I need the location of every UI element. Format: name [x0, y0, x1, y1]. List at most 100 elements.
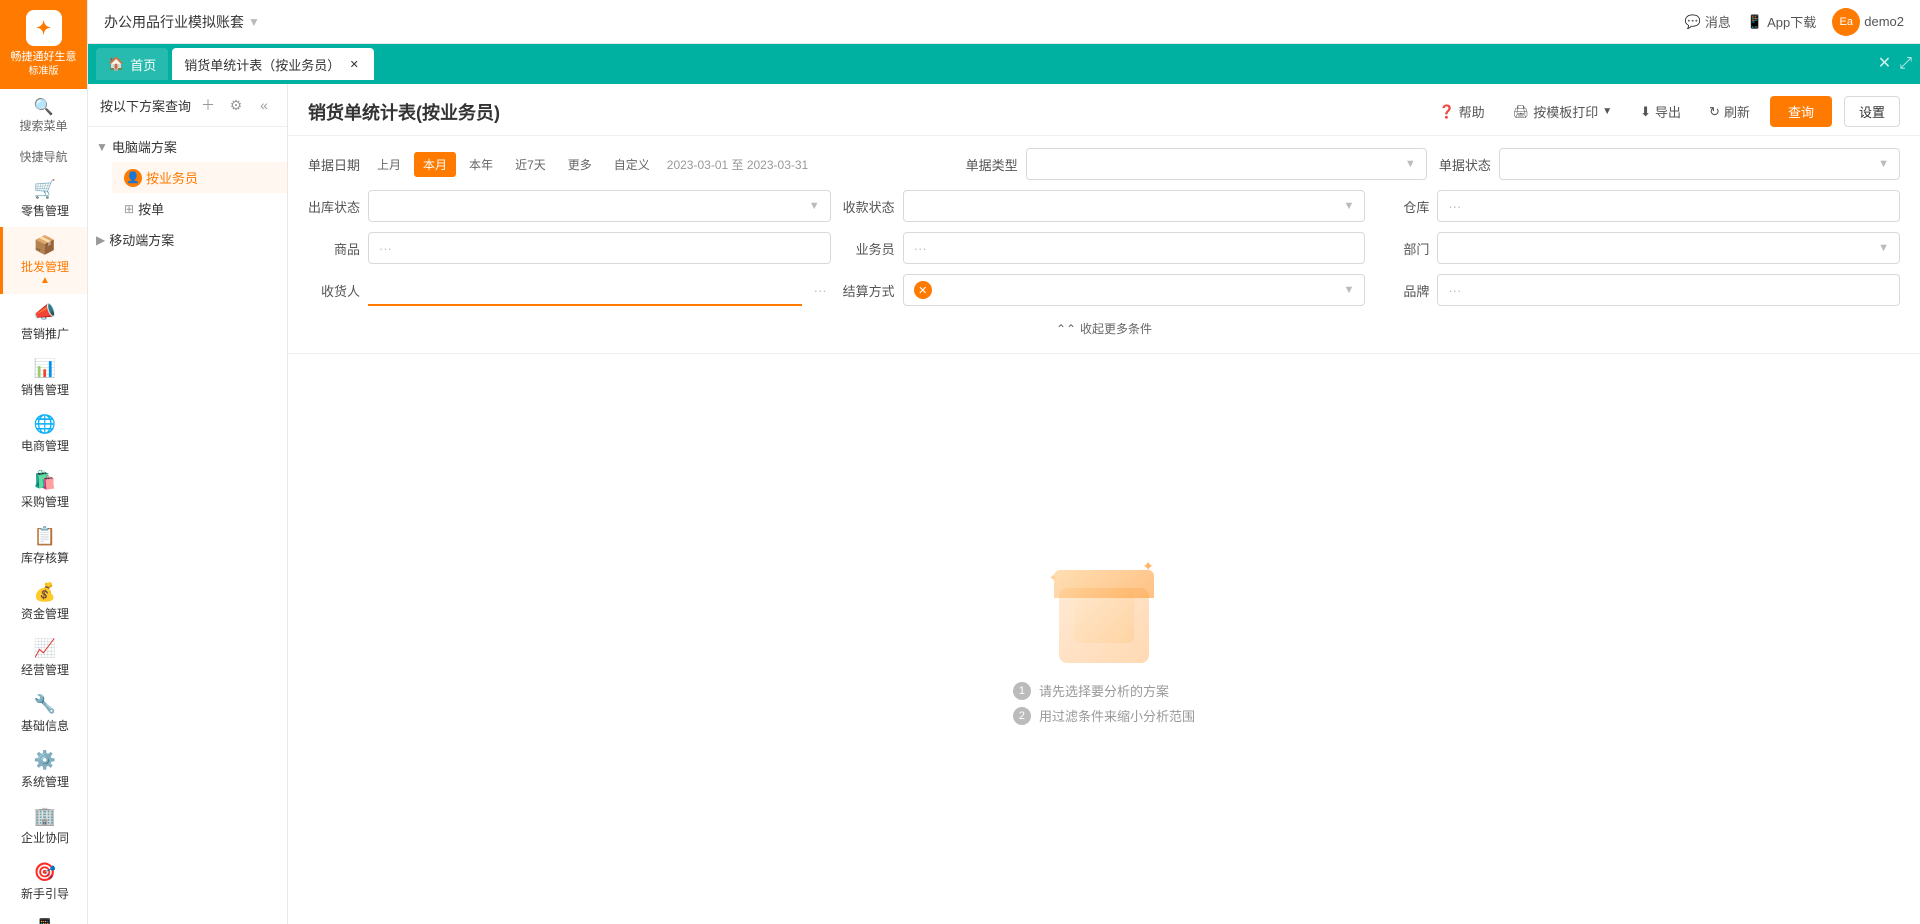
empty-state: ✦ ✦ 1 请先选择要分析的方案 2 用过滤条件来缩小分析范围: [288, 354, 1920, 924]
tab-sales-report[interactable]: 销货单统计表（按业务员） ✕: [172, 48, 374, 80]
sidebar-item-purchase[interactable]: 🛍️ 采购管理: [0, 462, 87, 518]
tree-expand-icon: ▼: [96, 140, 108, 154]
sales-icon: 📊: [34, 358, 56, 379]
sidebar-nav-quick[interactable]: 快捷导航: [0, 142, 87, 171]
goods-select[interactable]: ···: [368, 232, 831, 264]
tree-salesperson-label: 按业务员: [146, 168, 275, 187]
avatar: Ea: [1832, 8, 1860, 36]
date-btn-last-month[interactable]: 上月: [368, 152, 410, 177]
salesperson-select[interactable]: ···: [903, 232, 1366, 264]
dept-select[interactable]: ▼: [1437, 232, 1900, 264]
payment-select[interactable]: ✕ ▼: [903, 274, 1366, 306]
doc-type-select[interactable]: ▼: [1026, 148, 1427, 180]
tabbar-close-btn[interactable]: ✕: [1878, 56, 1891, 72]
tree-mobile-section[interactable]: ▶ 移动端方案: [88, 224, 287, 255]
collapse-btn[interactable]: ⌃⌃ 收起更多条件: [1044, 316, 1164, 341]
out-status-arrow-icon: ▼: [809, 200, 820, 212]
add-scheme-btn[interactable]: ＋: [197, 94, 219, 116]
sidebar-item-wholesale[interactable]: 📦 批发管理 ▲: [0, 227, 87, 294]
tree-salesperson-item[interactable]: 👤 按业务员: [112, 162, 287, 193]
warehouse-select[interactable]: ···: [1437, 190, 1900, 222]
tab-home[interactable]: 🏠 首页: [96, 48, 168, 80]
out-status-select[interactable]: ▼: [368, 190, 831, 222]
date-btn-this-year[interactable]: 本年: [460, 152, 502, 177]
sidebar-item-ecommerce[interactable]: 🌐 电商管理: [0, 406, 87, 462]
export-btn[interactable]: ⬇ 导出: [1632, 98, 1689, 125]
recv-status-arrow-icon: ▼: [1343, 200, 1354, 212]
user-action[interactable]: Ea demo2: [1832, 8, 1904, 36]
collapse-panel-btn[interactable]: «: [253, 94, 275, 116]
sidebar-item-newbie[interactable]: 🎯 新手引导: [0, 854, 87, 910]
sidebar-item-finance[interactable]: 💰 资金管理: [0, 574, 87, 630]
warehouse-placeholder: ···: [1448, 199, 1461, 214]
tip-num-1: 1: [1013, 682, 1031, 700]
wholesale-icon: 📦: [34, 235, 56, 256]
export-icon: ⬇: [1640, 104, 1651, 120]
sidebar-item-operations[interactable]: 📈 经营管理: [0, 630, 87, 686]
tab-close-icon[interactable]: ✕: [346, 56, 362, 72]
doc-status-field: 单据状态 ▼: [1439, 148, 1900, 180]
recv-status-select[interactable]: ▼: [903, 190, 1366, 222]
sidebar-item-system[interactable]: ⚙️ 系统管理: [0, 742, 87, 798]
sidebar-item-inventory[interactable]: 📋 库存核算: [0, 518, 87, 574]
doc-status-select[interactable]: ▼: [1499, 148, 1900, 180]
finance-icon: 💰: [34, 582, 56, 603]
sidebar-item-enterprise[interactable]: 🏢 企业协同: [0, 798, 87, 854]
payment-tag-close[interactable]: ✕: [914, 281, 932, 299]
help-btn[interactable]: ❓ 帮助: [1430, 98, 1492, 125]
sidebar-item-label: 库存核算: [21, 549, 69, 566]
sidebar-item-zero-retail[interactable]: 🛒 零售管理: [0, 171, 87, 227]
sidebar-search[interactable]: 🔍 搜索菜单: [0, 89, 87, 142]
settings-scheme-btn[interactable]: ⚙: [225, 94, 247, 116]
left-panel-header: 按以下方案查询 ＋ ⚙ «: [88, 84, 287, 127]
sidebar-item-label: 营销推广: [21, 325, 69, 342]
download-action[interactable]: 📱 App下载: [1747, 12, 1816, 31]
tree-pc-section[interactable]: ▼ 电脑端方案: [88, 131, 287, 162]
left-panel-actions: ＋ ⚙ «: [197, 94, 275, 116]
purchase-icon: 🛍️: [34, 470, 56, 491]
sidebar-item-label: 销售管理: [21, 381, 69, 398]
date-btn-this-month[interactable]: 本月: [414, 152, 456, 177]
content-area: 按以下方案查询 ＋ ⚙ « ▼ 电脑端方案 👤 按业务员: [88, 84, 1920, 924]
salesperson-placeholder: ···: [914, 241, 927, 256]
sidebar-item-label: 经营管理: [21, 661, 69, 678]
sidebar-logo[interactable]: ✦ 畅捷通好生意标准版: [0, 0, 88, 89]
sidebar-item-sales[interactable]: 📊 销售管理: [0, 350, 87, 406]
consignee-more-icon[interactable]: ···: [810, 283, 831, 298]
print-btn[interactable]: 🖨 按模板打印 ▼: [1505, 98, 1620, 125]
sidebar-item-label: 系统管理: [21, 773, 69, 790]
settings-btn[interactable]: 设置: [1844, 96, 1900, 127]
message-icon: 💬: [1685, 14, 1701, 30]
tree-order-label: 按单: [138, 199, 275, 218]
date-btn-more[interactable]: 更多: [559, 152, 601, 177]
date-btn-custom[interactable]: 自定义: [605, 152, 659, 177]
salesperson-label: 业务员: [843, 239, 895, 258]
sidebar-item-appstore[interactable]: 📱 应用中心: [0, 910, 87, 924]
warehouse-label: 仓库: [1377, 197, 1429, 216]
sidebar-item-label: 企业协同: [21, 829, 69, 846]
date-buttons: 上月 本月 本年 近7天 更多 自定义 2023-03-01 至 2023-03…: [368, 152, 808, 177]
tabbar-expand-btn[interactable]: ⤢: [1899, 56, 1912, 72]
refresh-btn[interactable]: ↻ 刷新: [1701, 98, 1758, 125]
help-icon: ❓: [1438, 104, 1454, 120]
salesperson-field: 业务员 ···: [843, 232, 1366, 264]
date-btn-7days[interactable]: 近7天: [506, 152, 555, 177]
sidebar-item-basic[interactable]: 🔧 基础信息: [0, 686, 87, 742]
doc-status-arrow-icon: ▼: [1878, 158, 1889, 170]
query-btn[interactable]: 查询: [1770, 96, 1832, 127]
page-header: 销货单统计表(按业务员) ❓ 帮助 🖨 按模板打印 ▼ ⬇ 导出: [288, 84, 1920, 136]
enterprise-icon: 🏢: [34, 806, 56, 827]
dept-label: 部门: [1377, 239, 1429, 258]
refresh-icon: ↻: [1709, 104, 1720, 120]
tree-order-item[interactable]: ⊞ 按单: [112, 193, 287, 224]
payment-arrow-icon: ▼: [1343, 284, 1354, 296]
message-action[interactable]: 💬 消息: [1685, 12, 1731, 31]
left-panel: 按以下方案查询 ＋ ⚙ « ▼ 电脑端方案 👤 按业务员: [88, 84, 288, 924]
app-name[interactable]: 办公用品行业模拟账套 ▼: [104, 12, 260, 32]
topbar: 办公用品行业模拟账套 ▼ 💬 消息 📱 App下载 Ea demo2: [88, 0, 1920, 44]
sidebar-item-marketing[interactable]: 📣 营销推广: [0, 294, 87, 350]
brand-select[interactable]: ···: [1437, 274, 1900, 306]
consignee-input[interactable]: [368, 274, 802, 306]
empty-tip-2: 2 用过滤条件来缩小分析范围: [1013, 706, 1195, 725]
recv-status-field: 收款状态 ▼: [843, 190, 1366, 222]
